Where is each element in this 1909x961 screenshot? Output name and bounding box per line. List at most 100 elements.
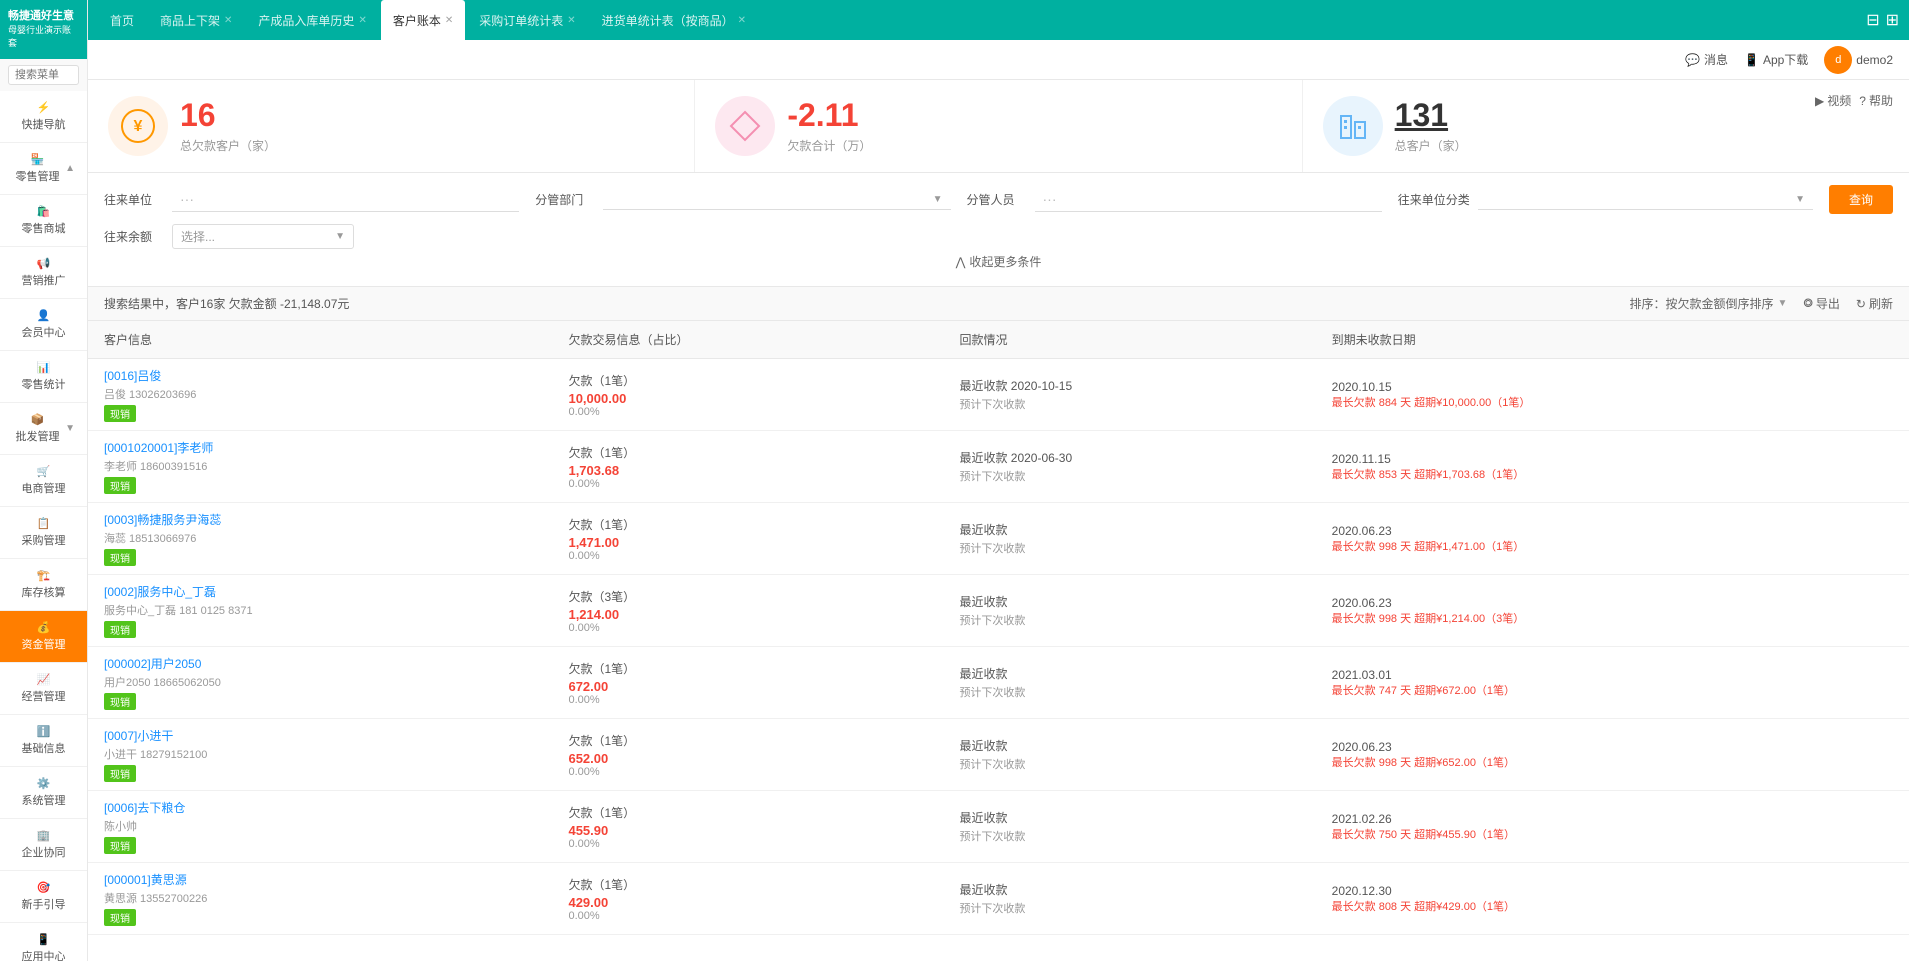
overdue-amount-link[interactable]: 超期¥1,703.68（1笔） [1414,469,1524,481]
tab-close-icon[interactable]: ✕ [224,15,232,26]
sidebar-item-label: 会员中心 [22,324,66,340]
debt-amount[interactable]: 10,000.00 [568,391,927,406]
due-date: 2020.12.30 [1332,884,1893,898]
stat-card-debt-customers: ¥ 16 总欠款客户（家） [88,80,695,172]
category-select[interactable]: ▼ [1478,190,1813,210]
customer-name-link[interactable]: [0007]小进干 [104,727,536,744]
sidebar-item-purchase[interactable]: 📋 采购管理 [0,507,87,559]
sidebar-item-member[interactable]: 👤 会员中心 [0,299,87,351]
customer-tag: 现销 [104,693,136,710]
sidebar-item-basic-info[interactable]: ℹ️ 基础信息 [0,715,87,767]
balance-select[interactable]: 选择... ▼ [172,224,354,249]
stat-label-debt-customers: 总欠款客户（家） [180,137,276,154]
cell-payment: 最近收款 2020-06-30 预计下次收款 [943,431,1315,503]
tab-close-icon[interactable]: ✕ [358,15,366,26]
sidebar-item-inventory[interactable]: 🏗️ 库存核算 [0,559,87,611]
last-payment-date: 最近收款 [959,665,1299,682]
cell-customer-info: [0002]服务中心_丁磊 服务中心_丁磊 181 0125 8371 现销 [88,575,552,647]
sidebar-item-apps[interactable]: 📱 应用中心 [0,923,87,961]
sidebar-item-system[interactable]: ⚙️ 系统管理 [0,767,87,819]
sidebar-item-label: 资金管理 [22,636,66,652]
sidebar-item-new-guide[interactable]: 🎯 新手引导 [0,871,87,923]
overdue-days: 最长欠款 747 天 超期¥672.00（1笔） [1332,682,1893,698]
sidebar-item-retail-mgmt[interactable]: 🏪 零售管理 ▲ [0,143,87,195]
sidebar-item-finance[interactable]: 💰 资金管理 [0,611,87,663]
tab-close-icon[interactable]: ✕ [738,15,746,26]
user-menu[interactable]: d demo2 [1824,46,1893,74]
overdue-amount-link[interactable]: 超期¥1,214.00（3笔） [1414,613,1524,625]
tab-close-icon[interactable]: ✕ [567,15,575,26]
sidebar-logo: 畅捷通好生意 母婴行业演示账套 [0,0,87,59]
message-button[interactable]: 💬 消息 [1685,51,1728,68]
tab-customer-account[interactable]: 客户账本 ✕ [381,0,465,40]
overdue-amount-link[interactable]: 超期¥10,000.00（1笔） [1414,397,1530,409]
search-button[interactable]: 查询 [1829,185,1893,214]
customer-name-link[interactable]: [0016]吕俊 [104,367,536,384]
manager-input[interactable]: ··· [1035,187,1382,212]
maximize-icon[interactable]: ⊞ [1886,10,1899,30]
table-row: [0001020001]李老师 李老师 18600391516 现销 欠款（1笔… [88,431,1909,503]
sidebar-item-operation[interactable]: 📈 经营管理 [0,663,87,715]
help-button[interactable]: ? 帮助 [1859,92,1893,109]
overdue-days: 最长欠款 853 天 超期¥1,703.68（1笔） [1332,466,1893,482]
tab-purchase-summary[interactable]: 采购订单统计表 ✕ [467,0,587,40]
sort-dropdown[interactable]: 排序：按欠款金额倒序排序 ▼ [1629,295,1787,312]
overdue-amount-link[interactable]: 超期¥429.00（1笔） [1414,901,1515,913]
quick-nav-icon: ⚡ [37,101,51,114]
minimize-icon[interactable]: ⊟ [1866,10,1879,30]
sidebar-item-retail-stat[interactable]: 📊 零售统计 [0,351,87,403]
customer-name-link[interactable]: [0003]畅捷服务尹海蕊 [104,511,536,528]
customer-contact: 服务中心_丁磊 181 0125 8371 [104,602,536,618]
sidebar-item-marketing[interactable]: 📢 营销推广 [0,247,87,299]
cell-customer-info: [000001]黄思源 黄思源 13552700226 现销 [88,863,552,935]
cell-due-date: 2020.06.23 最长欠款 998 天 超期¥1,214.00（3笔） [1316,575,1909,647]
app-download-button[interactable]: 📱 App下载 [1744,51,1808,68]
customer-name-link[interactable]: [0002]服务中心_丁磊 [104,583,536,600]
sidebar-item-ecommerce[interactable]: 🛒 电商管理 [0,455,87,507]
refresh-button[interactable]: ↻ 刷新 [1856,295,1893,312]
overdue-amount-link[interactable]: 超期¥1,471.00（1笔） [1414,541,1524,553]
due-date: 2020.06.23 [1332,524,1893,538]
sidebar-item-enterprise[interactable]: 🏢 企业协同 [0,819,87,871]
debt-amount[interactable]: 672.00 [568,679,927,694]
video-button[interactable]: ▶ 视频 [1815,92,1851,109]
batch-mgmt-icon: 📦 [31,413,45,426]
overdue-days: 最长欠款 884 天 超期¥10,000.00（1笔） [1332,394,1893,410]
customer-name-link[interactable]: [000001]黄思源 [104,871,536,888]
tab-close-icon[interactable]: ✕ [445,15,453,26]
collapse-button[interactable]: ⋀ 收起更多条件 [104,249,1893,274]
sidebar-item-quick-nav[interactable]: ⚡ 快捷导航 [0,91,87,143]
sidebar-item-batch-mgmt[interactable]: 📦 批发管理 ▼ [0,403,87,455]
tab-purchase-stat[interactable]: 进货单统计表（按商品） ✕ [590,0,758,40]
debt-amount[interactable]: 429.00 [568,895,927,910]
overdue-amount-link[interactable]: 超期¥455.90（1笔） [1414,829,1515,841]
overdue-amount-link[interactable]: 超期¥652.00（1笔） [1414,757,1515,769]
sidebar-item-label: 经营管理 [22,688,66,704]
customer-name-link[interactable]: [0006]去下粮仓 [104,799,536,816]
tab-product-off[interactable]: 商品上下架 ✕ [148,0,244,40]
debt-amount[interactable]: 455.90 [568,823,927,838]
debt-amount[interactable]: 1,214.00 [568,607,927,622]
source-unit-input[interactable]: ··· [172,187,519,212]
sidebar-item-retail-mall[interactable]: 🛍️ 零售商城 [0,195,87,247]
customer-name-link[interactable]: [0001020001]李老师 [104,439,536,456]
customer-tag: 现销 [104,837,136,854]
dept-select[interactable]: ▼ [603,190,950,210]
download-icon: 📱 [1744,53,1759,67]
table-row: [0002]服务中心_丁磊 服务中心_丁磊 181 0125 8371 现销 欠… [88,575,1909,647]
export-button[interactable]: ⭗ 导出 [1803,295,1840,312]
last-payment-date: 最近收款 [959,881,1299,898]
debt-amount[interactable]: 1,703.68 [568,463,927,478]
tab-product-history[interactable]: 产成品入库单历史 ✕ [246,0,378,40]
overdue-amount-link[interactable]: 超期¥672.00（1笔） [1414,685,1515,697]
debt-amount[interactable]: 652.00 [568,751,927,766]
next-payment: 预计下次收款 [959,396,1299,412]
sidebar-item-label: 应用中心 [22,948,66,961]
debt-amount[interactable]: 1,471.00 [568,535,927,550]
cell-payment: 最近收款 预计下次收款 [943,719,1315,791]
marketing-icon: 📢 [37,257,51,270]
cell-due-date: 2020.10.15 最长欠款 884 天 超期¥10,000.00（1笔） [1316,359,1909,431]
customer-name-link[interactable]: [000002]用户2050 [104,655,536,672]
search-input[interactable] [8,65,79,85]
tab-home[interactable]: 首页 [98,0,146,40]
